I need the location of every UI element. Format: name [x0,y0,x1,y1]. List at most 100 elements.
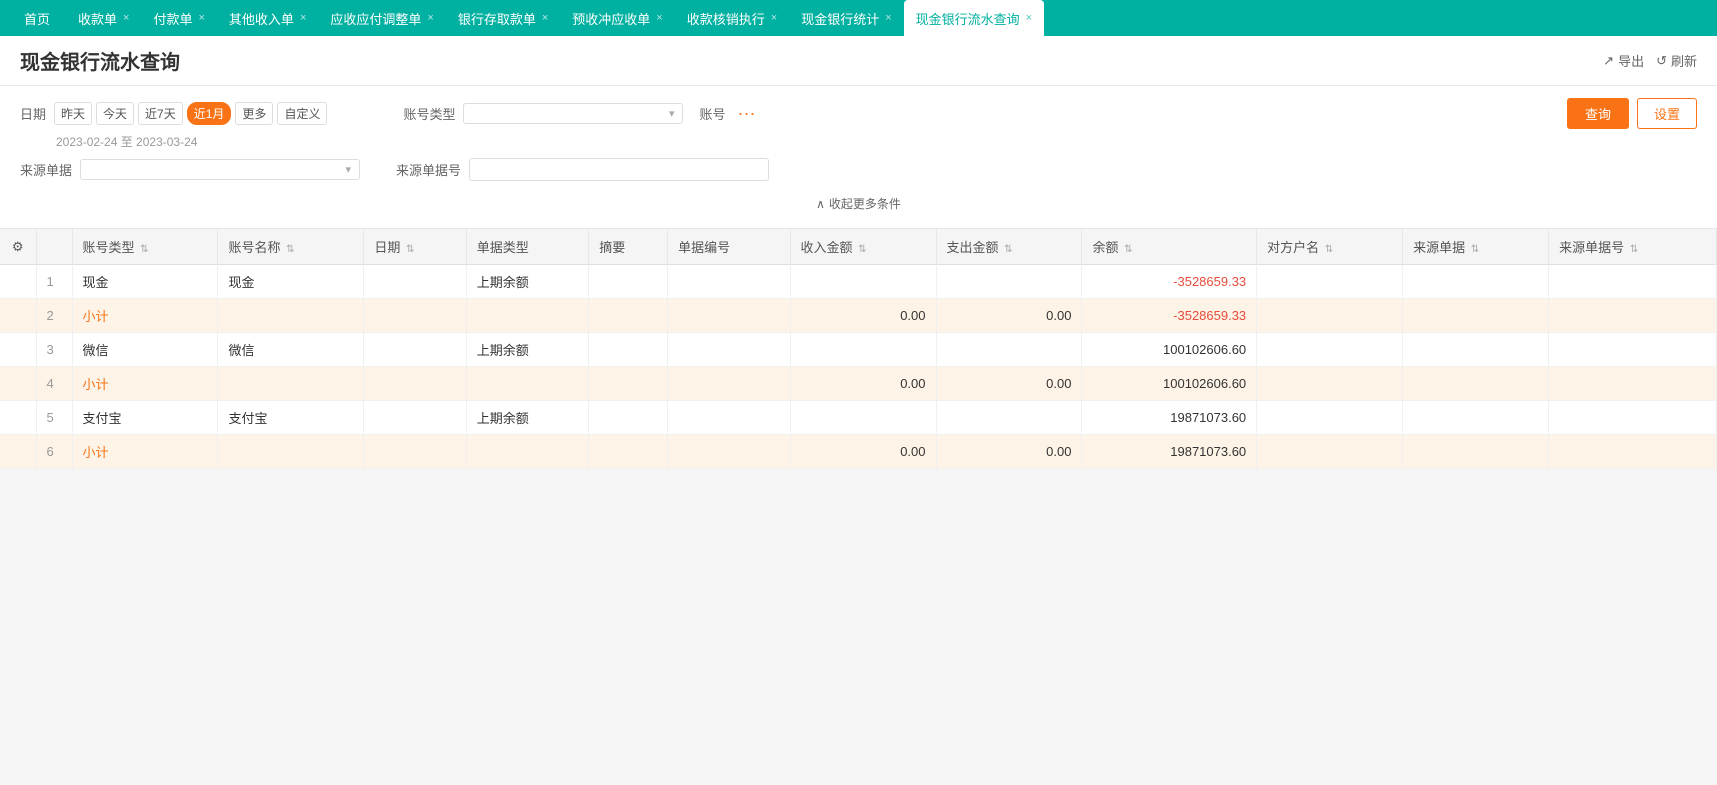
date-option-昨天[interactable]: 昨天 [54,102,92,125]
th-account_name[interactable]: 账号名称 ⇅ [218,229,364,265]
cell-date [364,367,466,401]
th-date[interactable]: 日期 ⇅ [364,229,466,265]
cell-account-name: 微信 [218,333,364,367]
table-row: 6小计0.000.0019871073.60 [0,435,1717,469]
source-doc-no-filter: 来源单据号 [396,158,769,181]
refresh-icon: ↺ [1656,53,1667,69]
nav-tab-付款单[interactable]: 付款单× [141,0,216,36]
tab-close-icon[interactable]: × [542,12,548,24]
tab-label: 其他收入单 [229,9,294,28]
date-option-自定义[interactable]: 自定义 [277,102,327,125]
collapse-icon: ∧ [816,197,825,211]
date-filter: 日期 昨天今天近7天近1月更多自定义 [20,102,327,125]
th-income[interactable]: 收入金额 ⇅ [790,229,936,265]
nav-tab-收款单[interactable]: 收款单× [66,0,141,36]
cell-date [364,265,466,299]
cell-expense [936,265,1082,299]
nav-tab-预收冲应收单[interactable]: 预收冲应收单× [560,0,674,36]
tab-close-icon[interactable]: × [123,12,129,24]
nav-tab-应收应付调整单[interactable]: 应收应付调整单× [318,0,445,36]
th-account_type[interactable]: 账号类型 ⇅ [72,229,218,265]
cell-summary [589,333,668,367]
source-doc-select[interactable]: ▾ [80,159,360,180]
chevron-down-icon: ▾ [669,107,675,120]
nav-home[interactable]: 首页 [8,9,66,28]
cell-counterparty [1257,299,1403,333]
page-header: 现金银行流水查询 ↗ 导出 ↺ 刷新 [0,36,1717,86]
nav-tab-现金银行流水查询[interactable]: 现金银行流水查询 × [904,0,1044,36]
cell-doc-type [466,367,588,401]
header-actions: ↗ 导出 ↺ 刷新 [1603,51,1697,70]
th-index [36,229,72,265]
row-index: 1 [36,265,72,299]
export-button[interactable]: ↗ 导出 [1603,51,1644,70]
date-option-近1月[interactable]: 近1月 [187,102,232,125]
cell-income: 0.00 [790,299,936,333]
tab-close-icon[interactable]: × [656,12,662,24]
th-counterparty[interactable]: 对方户名 ⇅ [1257,229,1403,265]
th-source_doc_no[interactable]: 来源单据号 ⇅ [1549,229,1717,265]
refresh-button[interactable]: ↺ 刷新 [1656,51,1697,70]
tab-close-icon[interactable]: × [300,12,306,24]
th-expense[interactable]: 支出金额 ⇅ [936,229,1082,265]
filter-row-1: 日期 昨天今天近7天近1月更多自定义 账号类型 ▾ 账号 ··· 查询 设置 [20,98,1697,129]
tab-close-icon[interactable]: × [1026,12,1032,24]
cell-doc-no [668,401,790,435]
cell-doc-type [466,299,588,333]
cell-source-doc-no [1549,435,1717,469]
cell-counterparty [1257,333,1403,367]
cell-source-doc [1403,299,1549,333]
main-table: ⚙账号类型 ⇅账号名称 ⇅日期 ⇅单据类型摘要单据编号收入金额 ⇅支出金额 ⇅余… [0,229,1717,469]
sort-icon: ⇅ [286,244,294,255]
tab-close-icon[interactable]: × [198,12,204,24]
source-doc-no-input[interactable] [469,158,769,181]
tab-close-icon[interactable]: × [427,12,433,24]
tab-close-icon[interactable]: × [771,12,777,24]
cell-date [364,333,466,367]
account-dots-button[interactable]: ··· [733,103,759,124]
date-option-近7天[interactable]: 近7天 [138,102,183,125]
th-source_doc[interactable]: 来源单据 ⇅ [1403,229,1549,265]
cell-account-name [218,367,364,401]
cell-date [364,299,466,333]
tab-close-icon[interactable]: × [885,12,891,24]
nav-tab-银行存取款单[interactable]: 银行存取款单× [446,0,560,36]
nav-tab-现金银行统计[interactable]: 现金银行统计× [789,0,903,36]
cell-source-doc-no [1549,333,1717,367]
filter-row-2: 来源单据 ▾ 来源单据号 [20,158,1697,181]
gear-icon[interactable]: ⚙ [12,239,24,254]
cell-summary [589,265,668,299]
nav-tab-其他收入单[interactable]: 其他收入单 × [217,0,318,36]
date-range-display: 2023-02-24 至 2023-03-24 [56,135,197,149]
sort-icon: ⇅ [1471,244,1479,255]
export-icon: ↗ [1603,53,1614,69]
collapse-bar[interactable]: ∧ 收起更多条件 [20,191,1697,216]
table-body: 1现金现金上期余额-3528659.332小计0.000.00-3528659.… [0,265,1717,469]
cell-source-doc-no [1549,367,1717,401]
cell-summary [589,435,668,469]
cell-doc-no [668,265,790,299]
settings-button[interactable]: 设置 [1637,98,1697,129]
date-option-今天[interactable]: 今天 [96,102,134,125]
row-index: 3 [36,333,72,367]
account-type-select[interactable]: ▾ [463,103,683,124]
query-button[interactable]: 查询 [1567,98,1629,129]
row-index: 6 [36,435,72,469]
date-option-更多[interactable]: 更多 [235,102,273,125]
table-row: 5支付宝支付宝上期余额19871073.60 [0,401,1717,435]
th-balance[interactable]: 余额 ⇅ [1082,229,1257,265]
cell-summary [589,401,668,435]
row-gear-cell [0,299,36,333]
cell-source-doc-no [1549,299,1717,333]
cell-balance: 100102606.60 [1082,333,1257,367]
cell-doc-no [668,435,790,469]
cell-balance: -3528659.33 [1082,265,1257,299]
cell-summary [589,367,668,401]
cell-account-type: 小计 [72,367,218,401]
cell-source-doc [1403,265,1549,299]
row-index: 2 [36,299,72,333]
cell-source-doc [1403,333,1549,367]
th-gear: ⚙ [0,229,36,265]
tab-label: 现金银行流水查询 [916,9,1020,28]
nav-tab-收款核销执行[interactable]: 收款核销执行× [675,0,789,36]
